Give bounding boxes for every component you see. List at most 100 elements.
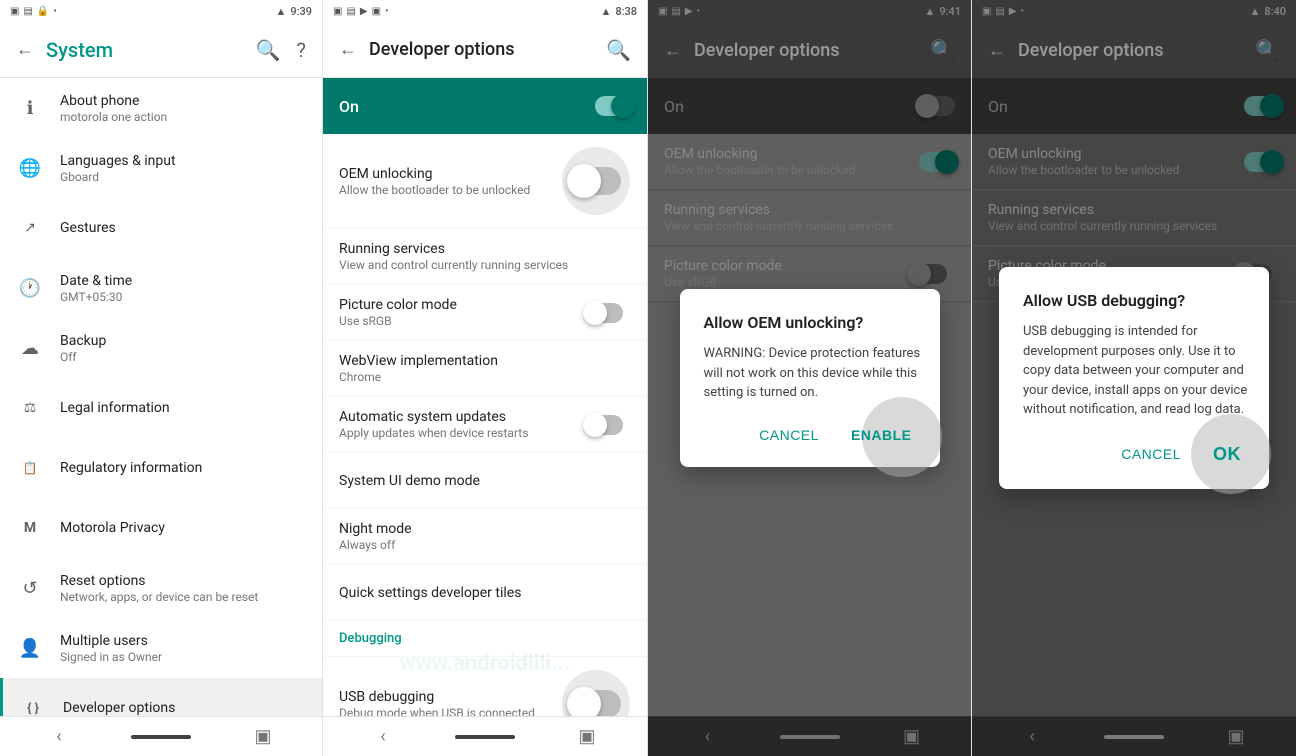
regulatory-icon: 📋: [16, 454, 44, 482]
recents-btn[interactable]: ▣: [251, 725, 275, 749]
oem-dialog-box: Allow OEM unlocking? WARNING: Device pro…: [680, 289, 940, 467]
dev-item-sysuidemo[interactable]: System UI demo mode: [323, 453, 647, 509]
nav-bar-panel2: ‹ ▣: [323, 716, 647, 756]
oem-sublabel: Allow the bootloader to be unlocked: [339, 183, 561, 197]
webview-text: WebView implementation Chrome: [339, 353, 631, 384]
back-icon[interactable]: ←: [16, 39, 34, 60]
datetime-label: Date & time: [60, 273, 132, 289]
p2-icons-left: ▣ ▤ ▶ ▣ •: [333, 6, 388, 17]
lang-icon: 🌐: [16, 154, 44, 182]
lock-icon: 🔒: [37, 6, 49, 17]
back-nav-p2[interactable]: ‹: [371, 725, 395, 749]
dev-text: Developer options: [63, 700, 175, 716]
autoupdate-toggle[interactable]: [587, 415, 623, 435]
quicktiles-label: Quick settings developer tiles: [339, 585, 631, 601]
picture-label: Picture color mode: [339, 297, 587, 313]
oem-dialog-message: WARNING: Device protection features will…: [704, 344, 924, 403]
home-pill-p2[interactable]: [455, 735, 515, 739]
oem-cancel-button[interactable]: Cancel: [747, 419, 831, 451]
dev-label: Developer options: [63, 700, 175, 716]
dev-options-list: OEM unlocking Allow the bootloader to be…: [323, 134, 647, 716]
back-nav-btn[interactable]: ‹: [47, 725, 71, 749]
oem-dialog-container: Allow OEM unlocking? WARNING: Device pro…: [680, 289, 940, 467]
autoupdate-text: Automatic system updates Apply updates w…: [339, 409, 587, 440]
sidebar-item-backup[interactable]: ☁ Backup Off: [0, 318, 322, 378]
panel-oem-dialog: ▣ ▤ ▶ • ▲ 9:41 ← Developer options 🔍 On …: [648, 0, 972, 756]
gesture-icon: ↗: [16, 214, 44, 242]
dev-item-autoupdate[interactable]: Automatic system updates Apply updates w…: [323, 397, 647, 453]
status-bar-panel1: ▣ ▤ 🔒 • ▲ 9:39: [0, 0, 322, 22]
dev-item-picture[interactable]: Picture color mode Use sRGB: [323, 285, 647, 341]
p2-time: 8:38: [615, 5, 637, 18]
dev-item-usbdebug[interactable]: USB debugging Debug mode when USB is con…: [323, 657, 647, 716]
dev-search-icon[interactable]: 🔍: [606, 38, 631, 62]
autoupdate-label: Automatic system updates: [339, 409, 587, 425]
backup-icon: ☁: [16, 334, 44, 362]
nightmode-label: Night mode: [339, 521, 631, 537]
picture-thumb: [583, 301, 607, 325]
panel-usb-dialog: ▣ ▤ ▶ • ▲ 8:40 ← Developer options 🔍 On …: [972, 0, 1296, 756]
sidebar-item-datetime[interactable]: 🕐 Date & time GMT+05:30: [0, 258, 322, 318]
recents-p2[interactable]: ▣: [575, 725, 599, 749]
sidebar-item-languages[interactable]: 🌐 Languages & input Gboard: [0, 138, 322, 198]
home-pill[interactable]: [131, 735, 191, 739]
picture-text: Picture color mode Use sRGB: [339, 297, 587, 328]
backup-label: Backup: [60, 333, 106, 349]
regulatory-text: Regulatory information: [60, 460, 202, 476]
usb-dialog-title: Allow USB debugging?: [1023, 291, 1253, 310]
help-icon[interactable]: ?: [297, 38, 306, 62]
status-bar-panel2: ▣ ▤ ▶ ▣ • ▲ 8:38: [323, 0, 647, 22]
legal-icon: ⚖: [16, 394, 44, 422]
usb-cancel-button[interactable]: Cancel: [1109, 436, 1193, 473]
p2-dot: •: [385, 6, 388, 17]
usbdebug-thumb: [567, 687, 601, 716]
nav-bar-panel1: ‹ ▣: [0, 716, 322, 756]
sidebar-item-users[interactable]: 👤 Multiple users Signed in as Owner: [0, 618, 322, 678]
moto-label: Motorola Privacy: [60, 520, 165, 536]
time-display: 9:39: [290, 5, 312, 18]
system-settings-list: ℹ About phone motorola one action 🌐 Lang…: [0, 78, 322, 716]
sidebar-item-moto-privacy[interactable]: M Motorola Privacy: [0, 498, 322, 558]
picture-sublabel: Use sRGB: [339, 314, 587, 328]
dev-on-row[interactable]: On: [323, 78, 647, 134]
dev-icon: { }: [19, 694, 47, 716]
nightmode-text: Night mode Always off: [339, 521, 631, 552]
dev-item-running[interactable]: Running services View and control curren…: [323, 229, 647, 285]
dev-item-oem[interactable]: OEM unlocking Allow the bootloader to be…: [323, 134, 647, 229]
system-title: System: [46, 38, 113, 62]
picture-toggle[interactable]: [587, 303, 623, 323]
dev-item-nightmode[interactable]: Night mode Always off: [323, 509, 647, 565]
wifi-icon: ▲: [275, 5, 286, 18]
usb-ok-container: OK: [1201, 436, 1253, 473]
sidebar-item-about-phone[interactable]: ℹ About phone motorola one action: [0, 78, 322, 138]
dev-on-toggle[interactable]: [595, 96, 631, 116]
usbdebug-text: USB debugging Debug mode when USB is con…: [339, 689, 561, 717]
legal-label: Legal information: [60, 400, 170, 416]
usbdebug-sublabel: Debug mode when USB is connected: [339, 706, 561, 717]
oem-enable-container: Enable: [839, 419, 924, 451]
dev-back-icon[interactable]: ←: [339, 39, 357, 60]
sidebar-item-reset[interactable]: ↺ Reset options Network, apps, or device…: [0, 558, 322, 618]
sidebar-item-gestures[interactable]: ↗ Gestures: [0, 198, 322, 258]
usb-ok-button[interactable]: OK: [1201, 436, 1253, 473]
moto-icon: M: [16, 514, 44, 542]
webview-sublabel: Chrome: [339, 370, 631, 384]
oem-enable-button[interactable]: Enable: [839, 419, 924, 451]
system-header: ← System 🔍 ?: [0, 22, 322, 78]
dev-section-debugging: Debugging: [323, 621, 647, 657]
dev-item-quicktiles[interactable]: Quick settings developer tiles: [323, 565, 647, 621]
dev-item-webview[interactable]: WebView implementation Chrome: [323, 341, 647, 397]
search-icon[interactable]: 🔍: [256, 38, 281, 62]
usb-dialog-box: Allow USB debugging? USB debugging is in…: [999, 267, 1269, 489]
p2-icons-right: ▲ 8:38: [600, 5, 637, 18]
sidebar-item-legal[interactable]: ⚖ Legal information: [0, 378, 322, 438]
datetime-text: Date & time GMT+05:30: [60, 273, 132, 304]
sidebar-item-developer[interactable]: { } Developer options: [0, 678, 322, 716]
oem-toggle-thumb: [567, 164, 601, 198]
gesture-label: Gestures: [60, 220, 116, 236]
sidebar-item-regulatory[interactable]: 📋 Regulatory information: [0, 438, 322, 498]
dev-on-thumb: [611, 94, 635, 118]
panel-system: ▣ ▤ 🔒 • ▲ 9:39 ← System 🔍 ? ℹ About phon…: [0, 0, 323, 756]
usbdebug-toggle[interactable]: [571, 690, 621, 716]
oem-toggle[interactable]: [571, 167, 621, 195]
